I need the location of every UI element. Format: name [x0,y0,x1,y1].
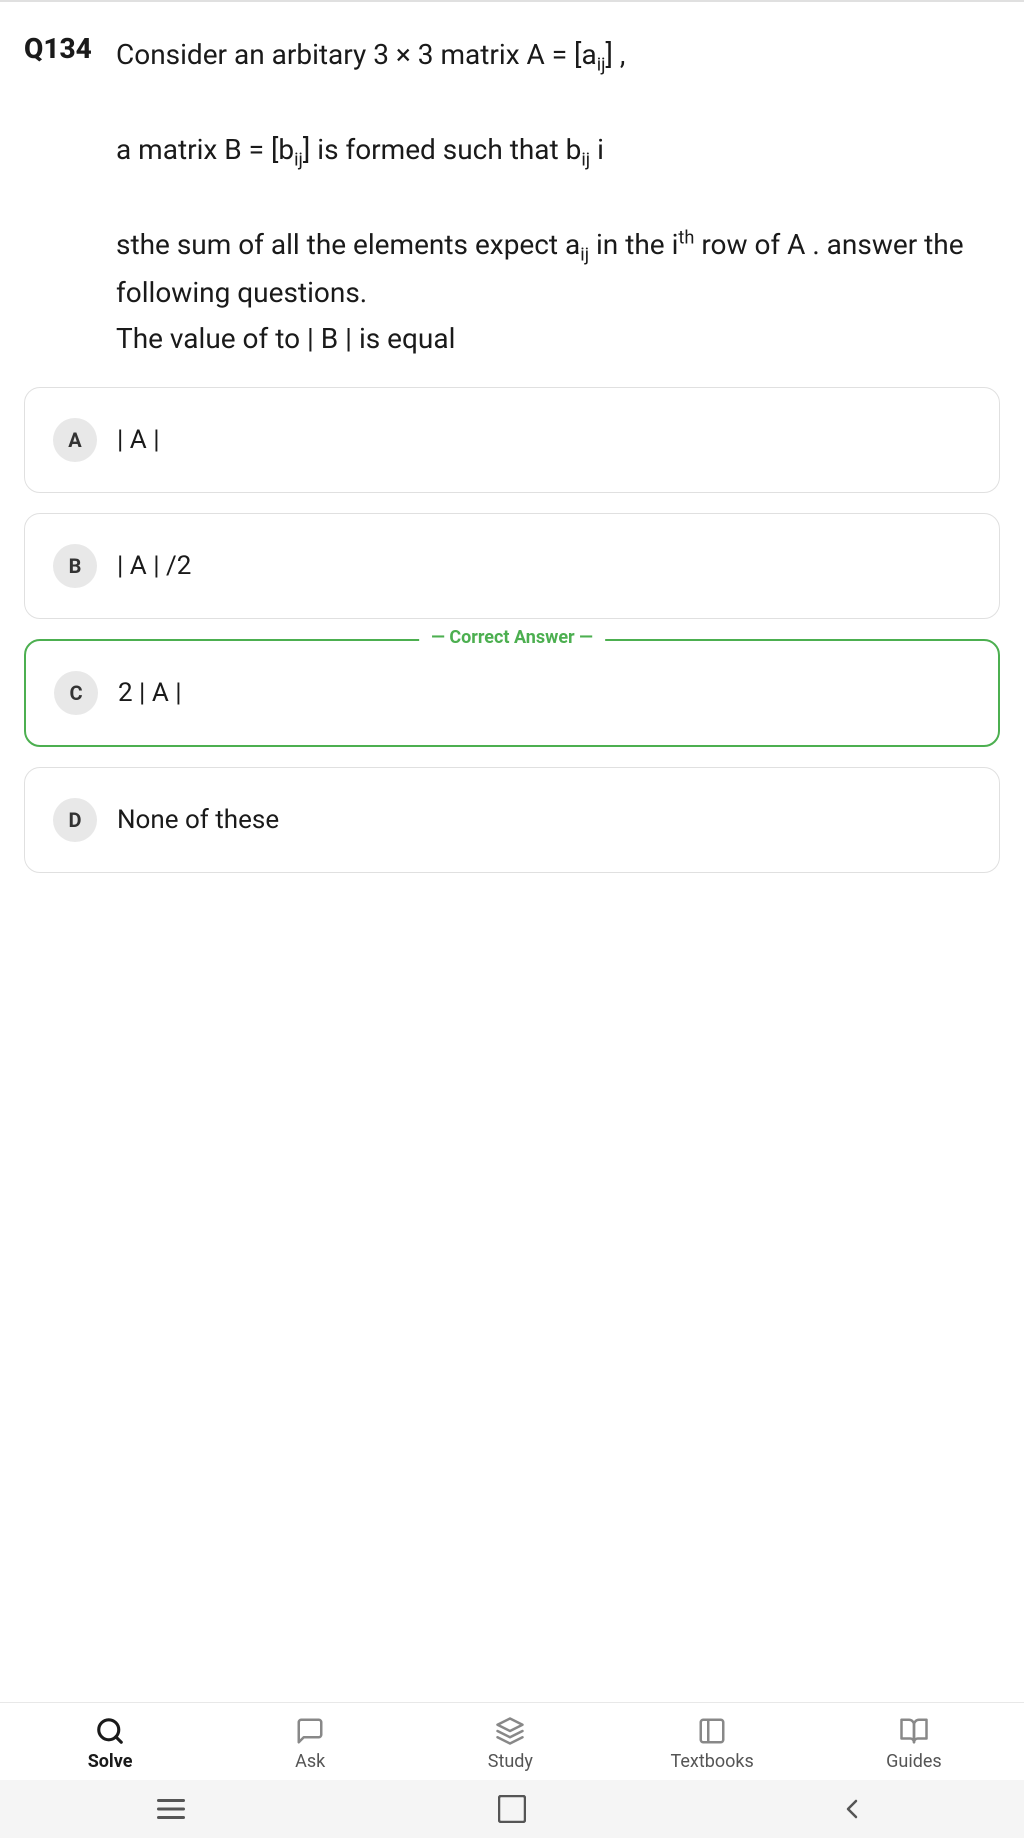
android-home-btn[interactable] [482,1794,542,1824]
option-b-badge: B [53,544,97,588]
nav-ask[interactable]: Ask [270,1715,350,1772]
nav-study[interactable]: Study [470,1715,550,1772]
option-d-text: None of these [117,805,279,835]
option-d[interactable]: D None of these [24,767,1000,873]
guides-label: Guides [886,1751,942,1772]
study-icon [494,1715,526,1747]
option-c-text: 2 | A | [118,678,182,708]
android-menu-btn[interactable] [141,1794,201,1824]
guides-icon [898,1715,930,1747]
android-nav [0,1780,1024,1838]
question-number: Q134 [24,32,104,363]
option-c[interactable]: — Correct Answer — C 2 | A | [24,639,1000,747]
ask-icon [294,1715,326,1747]
question-text: Consider an arbitary 3 × 3 matrix A = [a… [116,32,1000,363]
nav-textbooks[interactable]: Textbooks [670,1715,753,1772]
ask-label: Ask [295,1751,325,1772]
textbooks-icon [696,1715,728,1747]
option-a-text: | A | [117,425,160,455]
answer-options: A | A | B | A | /2 — Correct Answer — C … [24,387,1000,873]
option-a[interactable]: A | A | [24,387,1000,493]
option-a-badge: A [53,418,97,462]
solve-label: Solve [88,1751,133,1772]
solve-icon [94,1715,126,1747]
option-b-text: | A | /2 [117,551,191,581]
bottom-nav: Solve Ask Study [0,1702,1024,1780]
main-content: Q134 Consider an arbitary 3 × 3 matrix A… [0,2,1024,1702]
correct-answer-label: — Correct Answer — [419,627,605,648]
nav-guides[interactable]: Guides [874,1715,954,1772]
nav-items: Solve Ask Study [0,1715,1024,1772]
option-c-badge: C [54,671,98,715]
option-d-badge: D [53,798,97,842]
textbooks-label: Textbooks [670,1751,753,1772]
android-back-btn[interactable] [823,1794,883,1824]
question-block: Q134 Consider an arbitary 3 × 3 matrix A… [24,32,1000,363]
option-b[interactable]: B | A | /2 [24,513,1000,619]
nav-solve[interactable]: Solve [70,1715,150,1772]
study-label: Study [488,1751,533,1772]
